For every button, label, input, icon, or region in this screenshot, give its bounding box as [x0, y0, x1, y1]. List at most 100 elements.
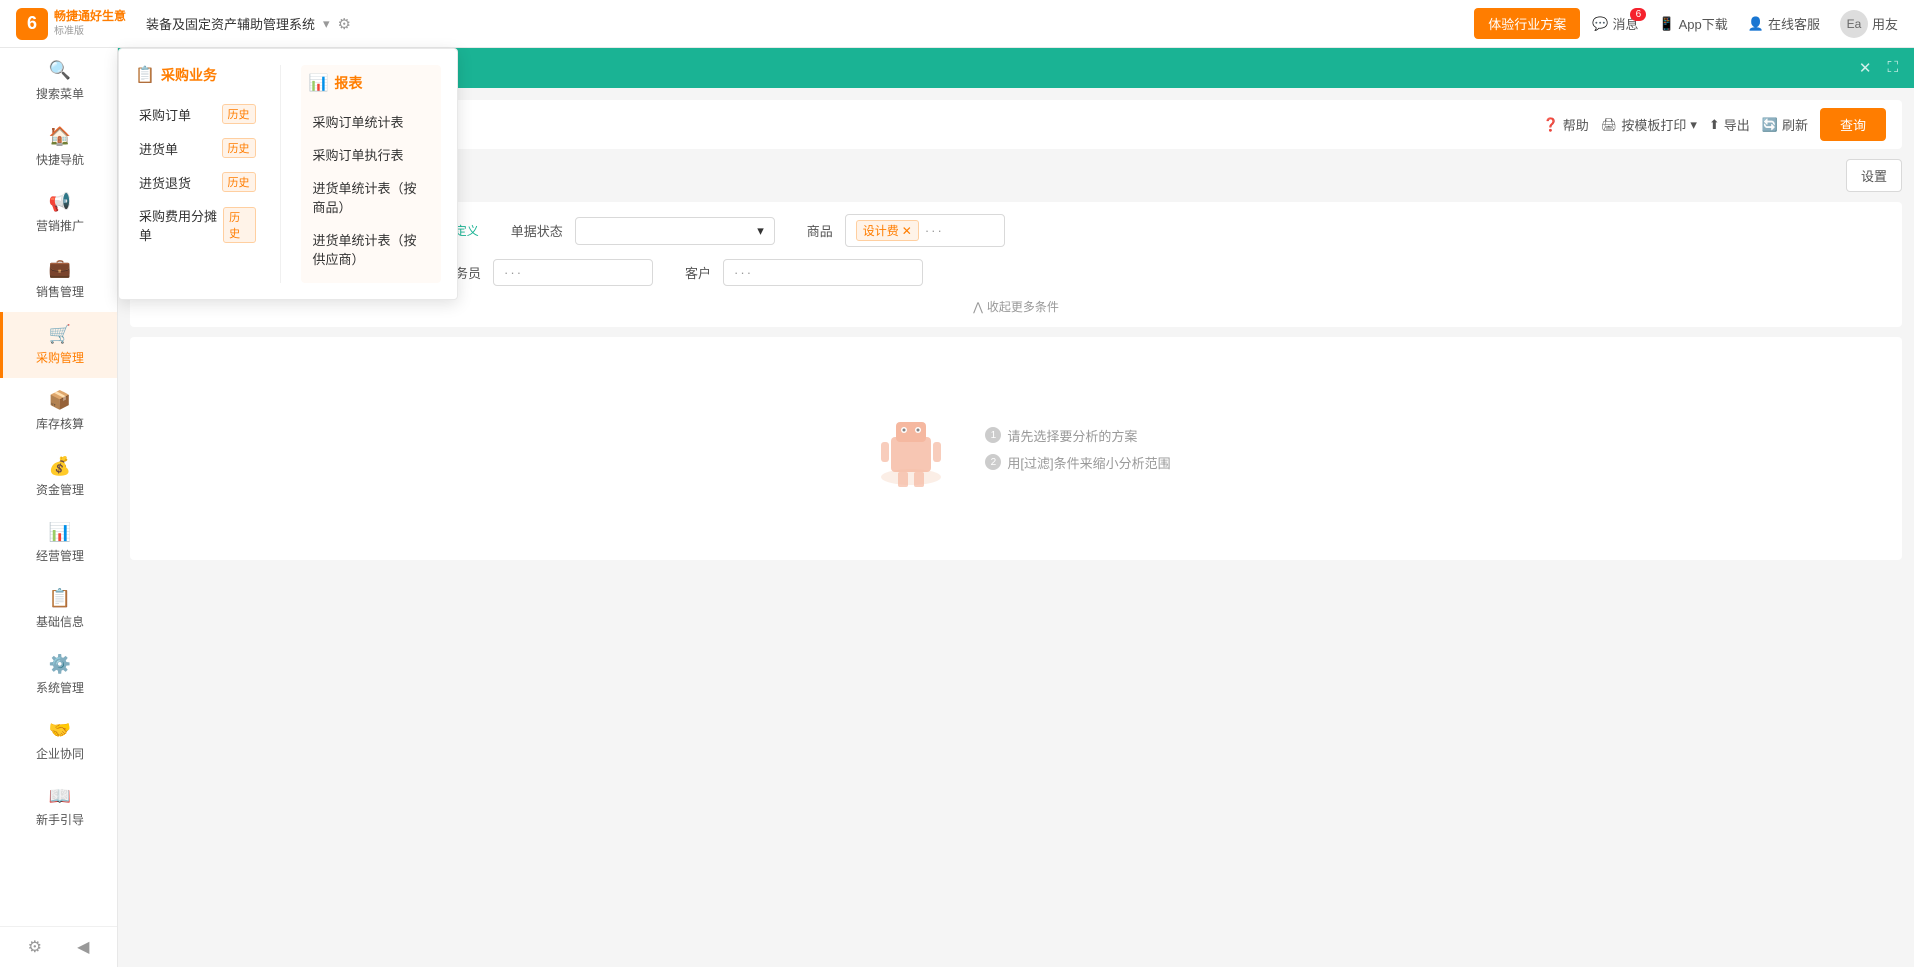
- purchase-order-history: 历史: [222, 104, 256, 124]
- goods-label: 商品: [807, 221, 833, 240]
- guide-icon: 📖: [49, 786, 71, 807]
- purchase-col-icon: 📋: [135, 65, 155, 85]
- user-item[interactable]: Ea 用友: [1840, 10, 1898, 38]
- sidebar-item-system[interactable]: ⚙️ 系统管理: [0, 642, 117, 708]
- sidebar-item-operation[interactable]: 📊 经营管理: [0, 510, 117, 576]
- sidebar-label-finance: 资金管理: [36, 481, 84, 498]
- customer-input[interactable]: ···: [723, 259, 923, 286]
- doc-status-arrow: ▾: [757, 223, 764, 239]
- goods-receipt-stat-goods-item[interactable]: 进货单统计表（按商品）: [309, 171, 434, 223]
- goods-dots: ···: [925, 223, 944, 238]
- goods-tag-close[interactable]: ✕: [902, 224, 912, 238]
- message-item[interactable]: 💬 消息 6: [1592, 14, 1638, 33]
- sidebar-label-basic-info: 基础信息: [36, 613, 84, 630]
- purchase-icon: 🛒: [49, 324, 71, 345]
- online-service-item[interactable]: 👤 在线客服: [1748, 14, 1820, 33]
- sidebar-label-quick-nav: 快捷导航: [36, 151, 84, 168]
- goods-receipt-history: 历史: [222, 138, 256, 158]
- app-download-label: App下载: [1679, 14, 1728, 33]
- sidebar-item-basic-info[interactable]: 📋 基础信息: [0, 576, 117, 642]
- sidebar-label-guide: 新手引导: [36, 811, 84, 828]
- sidebar-label-inventory: 库存核算: [36, 415, 84, 432]
- sidebar-label-operation: 经营管理: [36, 547, 84, 564]
- report-col: 📊 报表 采购订单统计表 采购订单执行表 进货单统计表（按商品） 进货单统计表（…: [301, 65, 442, 283]
- query-button[interactable]: 查询: [1820, 108, 1886, 141]
- sidebar-item-quick-nav[interactable]: 🏠 快捷导航: [0, 114, 117, 180]
- header-right: 💬 消息 6 📱 App下载 👤 在线客服 Ea 用友: [1592, 10, 1898, 38]
- collapse-label: 收起更多条件: [987, 298, 1059, 315]
- tab-bar-expand-btn[interactable]: ⛶: [1883, 55, 1902, 81]
- industry-button[interactable]: 体验行业方案: [1474, 8, 1580, 39]
- system-name-area: 装备及固定资产辅助管理系统 ▾ ⚙: [146, 14, 1462, 33]
- report-col-icon: 📊: [309, 73, 329, 93]
- print-label: 按模板打印: [1621, 115, 1686, 134]
- sidebar-item-finance[interactable]: 💰 资金管理: [0, 444, 117, 510]
- report-col-title-text: 报表: [335, 73, 363, 93]
- print-btn[interactable]: 🖨 按模板打印 ▾: [1601, 115, 1697, 134]
- salesperson-input[interactable]: ···: [493, 259, 653, 286]
- goods-return-item[interactable]: 进货退货 历史: [135, 165, 260, 199]
- export-label: 导出: [1724, 115, 1750, 134]
- menu-divider: [280, 65, 281, 283]
- system-dropdown-arrow[interactable]: ▾: [323, 16, 330, 32]
- purchase-order-stat-item[interactable]: 采购订单统计表: [309, 105, 434, 138]
- doc-status-select[interactable]: ▾: [575, 217, 775, 245]
- purchase-order-exec-item[interactable]: 采购订单执行表: [309, 138, 434, 171]
- goods-receipt-label: 进货单: [139, 139, 178, 158]
- sidebar-item-marketing[interactable]: 📢 营销推广: [0, 180, 117, 246]
- logo-icon: 6: [16, 8, 48, 40]
- sidebar-item-inventory[interactable]: 📦 库存核算: [0, 378, 117, 444]
- purchase-order-item[interactable]: 采购订单 历史: [135, 97, 260, 131]
- tab-bar-right: ✕ ⛶: [1855, 55, 1902, 81]
- user-label: 用友: [1872, 14, 1898, 33]
- goods-tag: 设计费 ✕: [856, 220, 919, 241]
- sidebar-label-purchase: 采购管理: [36, 349, 84, 366]
- sidebar-bottom: ⚙ ◀: [0, 926, 117, 967]
- tab-bar-close-btn[interactable]: ✕: [1855, 55, 1876, 81]
- sidebar-collapse-btn[interactable]: ◀: [77, 937, 89, 957]
- export-icon: ⬆: [1709, 117, 1720, 133]
- refresh-btn[interactable]: 🔄 刷新: [1762, 115, 1808, 134]
- online-service-label: 在线客服: [1768, 14, 1820, 33]
- goods-receipt-stat-supplier-item[interactable]: 进货单统计表（按供应商）: [309, 223, 434, 275]
- system-name-text: 装备及固定资产辅助管理系统: [146, 14, 315, 33]
- empty-illustration: [861, 397, 961, 500]
- setting-button[interactable]: 设置: [1846, 159, 1902, 192]
- export-btn[interactable]: ⬆ 导出: [1709, 115, 1750, 134]
- help-btn[interactable]: ❓ 帮助: [1543, 115, 1589, 134]
- finance-icon: 💰: [49, 456, 71, 477]
- goods-return-label: 进货退货: [139, 173, 191, 192]
- home-icon: 🏠: [49, 126, 71, 147]
- sidebar-item-sales[interactable]: 💼 销售管理: [0, 246, 117, 312]
- sidebar-label-system: 系统管理: [36, 679, 84, 696]
- purchase-expense-item[interactable]: 采购费用分摊单 历史: [135, 199, 260, 251]
- purchase-order-stat-label: 采购订单统计表: [313, 112, 404, 131]
- collapse-btn[interactable]: ⋀ 收起更多条件: [146, 298, 1886, 315]
- sales-icon: 💼: [49, 258, 71, 279]
- sidebar-settings-btn[interactable]: ⚙: [28, 937, 42, 957]
- sidebar-item-purchase[interactable]: 🛒 采购管理: [0, 312, 117, 378]
- goods-return-history: 历史: [222, 172, 256, 192]
- hint-2-text: 用[过滤]条件来缩小分析范围: [1007, 453, 1170, 472]
- goods-input[interactable]: 设计费 ✕ ···: [845, 214, 1005, 247]
- phone-icon: 📱: [1658, 16, 1674, 32]
- sidebar-item-cooperation[interactable]: 🤝 企业协同: [0, 708, 117, 774]
- app-download-item[interactable]: 📱 App下载: [1658, 14, 1727, 33]
- purchase-col-title-text: 采购业务: [161, 65, 217, 85]
- message-badge: 6: [1630, 8, 1646, 21]
- refresh-label: 刷新: [1782, 115, 1808, 134]
- sidebar-item-search[interactable]: 🔍 搜索菜单: [0, 48, 117, 114]
- empty-state: 1 请先选择要分析的方案 2 用[过滤]条件来缩小分析范围: [130, 337, 1902, 560]
- sidebar: 🔍 搜索菜单 🏠 快捷导航 📢 营销推广 💼 销售管理 🛒 采购管理 📦 库存核…: [0, 48, 118, 967]
- refresh-icon: 🔄: [1762, 117, 1778, 133]
- hint-1: 1 请先选择要分析的方案: [985, 426, 1170, 445]
- customer-dots: ···: [734, 265, 753, 280]
- sidebar-item-guide[interactable]: 📖 新手引导: [0, 774, 117, 840]
- sidebar-label-search: 搜索菜单: [36, 85, 84, 102]
- customer-label: 客户: [685, 263, 711, 282]
- goods-receipt-item[interactable]: 进货单 历史: [135, 131, 260, 165]
- settings-gear-icon[interactable]: ⚙: [338, 15, 351, 33]
- purchase-expense-history: 历史: [223, 207, 255, 243]
- empty-hints: 1 请先选择要分析的方案 2 用[过滤]条件来缩小分析范围: [985, 426, 1170, 472]
- print-dropdown-arrow: ▾: [1690, 117, 1697, 133]
